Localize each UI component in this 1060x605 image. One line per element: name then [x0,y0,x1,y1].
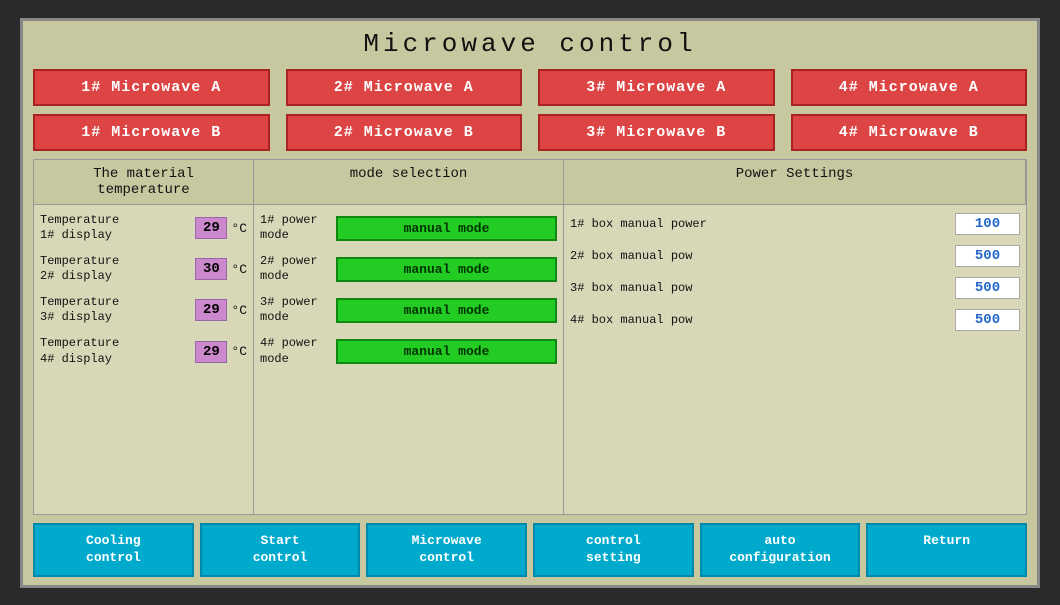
temp-row-4: Temperature4# display 29 °C [40,332,247,371]
main-screen: Microwave control 1# Microwave A 2# Micr… [20,18,1040,588]
mw-b3-button[interactable]: 3# Microwave B [538,114,775,151]
temperature-column: Temperature1# display 29 °C Temperature2… [34,205,254,514]
temp-unit-2: °C [231,262,247,277]
temp-value-2: 30 [195,258,227,280]
mode-btn-2[interactable]: manual mode [336,257,557,282]
power-row-3: 3# box manual pow [570,273,1020,303]
mode-row-3: 3# powermode manual mode [260,291,557,330]
col-header-mode: mode selection [254,160,564,204]
mode-row-1: 1# powermode manual mode [260,209,557,248]
mode-btn-1[interactable]: manual mode [336,216,557,241]
mw-a1-button[interactable]: 1# Microwave A [33,69,270,106]
col-header-power: Power Settings [564,160,1026,204]
return-button[interactable]: Return [866,523,1027,577]
mw-b1-button[interactable]: 1# Microwave B [33,114,270,151]
mode-label-3: 3# powermode [260,295,330,326]
temp-row-1: Temperature1# display 29 °C [40,209,247,248]
auto-configuration-button[interactable]: autoconfiguration [700,523,861,577]
power-input-2[interactable] [955,245,1020,267]
mw-b4-button[interactable]: 4# Microwave B [791,114,1028,151]
power-row-2: 2# box manual pow [570,241,1020,271]
mw-a4-button[interactable]: 4# Microwave A [791,69,1028,106]
main-table: The materialtemperature mode selection P… [33,159,1027,515]
table-body: Temperature1# display 29 °C Temperature2… [34,205,1026,514]
mode-label-4: 4# powermode [260,336,330,367]
mode-label-1: 1# powermode [260,213,330,244]
mw-b2-button[interactable]: 2# Microwave B [286,114,523,151]
temp-unit-4: °C [231,344,247,359]
col-header-temperature: The materialtemperature [34,160,254,204]
temp-value-4: 29 [195,341,227,363]
temp-label-2: Temperature2# display [40,254,195,285]
page-title: Microwave control [33,29,1027,59]
mode-row-4: 4# powermode manual mode [260,332,557,371]
power-input-3[interactable] [955,277,1020,299]
mode-column: 1# powermode manual mode 2# powermode ma… [254,205,564,514]
microwave-row-a: 1# Microwave A 2# Microwave A 3# Microwa… [33,69,1027,106]
mode-row-2: 2# powermode manual mode [260,250,557,289]
temp-label-3: Temperature3# display [40,295,195,326]
power-column: 1# box manual power 2# box manual pow 3#… [564,205,1026,514]
mw-a2-button[interactable]: 2# Microwave A [286,69,523,106]
mode-btn-4[interactable]: manual mode [336,339,557,364]
control-setting-button[interactable]: controlsetting [533,523,694,577]
power-label-2: 2# box manual pow [570,249,949,263]
power-row-4: 4# box manual pow [570,305,1020,335]
mw-a3-button[interactable]: 3# Microwave A [538,69,775,106]
temp-row-3: Temperature3# display 29 °C [40,291,247,330]
power-row-1: 1# box manual power [570,209,1020,239]
cooling-control-button[interactable]: Coolingcontrol [33,523,194,577]
power-input-4[interactable] [955,309,1020,331]
start-control-button[interactable]: Startcontrol [200,523,361,577]
microwave-row-b: 1# Microwave B 2# Microwave B 3# Microwa… [33,114,1027,151]
bottom-bar: Coolingcontrol Startcontrol Microwavecon… [33,523,1027,577]
temp-unit-1: °C [231,221,247,236]
power-label-4: 4# box manual pow [570,313,949,327]
microwave-control-button[interactable]: Microwavecontrol [366,523,527,577]
temp-value-3: 29 [195,299,227,321]
temp-label-4: Temperature4# display [40,336,195,367]
temp-unit-3: °C [231,303,247,318]
power-label-1: 1# box manual power [570,217,949,231]
mode-btn-3[interactable]: manual mode [336,298,557,323]
power-input-1[interactable] [955,213,1020,235]
temp-value-1: 29 [195,217,227,239]
temp-row-2: Temperature2# display 30 °C [40,250,247,289]
power-label-3: 3# box manual pow [570,281,949,295]
temp-label-1: Temperature1# display [40,213,195,244]
mode-label-2: 2# powermode [260,254,330,285]
table-header: The materialtemperature mode selection P… [34,160,1026,205]
